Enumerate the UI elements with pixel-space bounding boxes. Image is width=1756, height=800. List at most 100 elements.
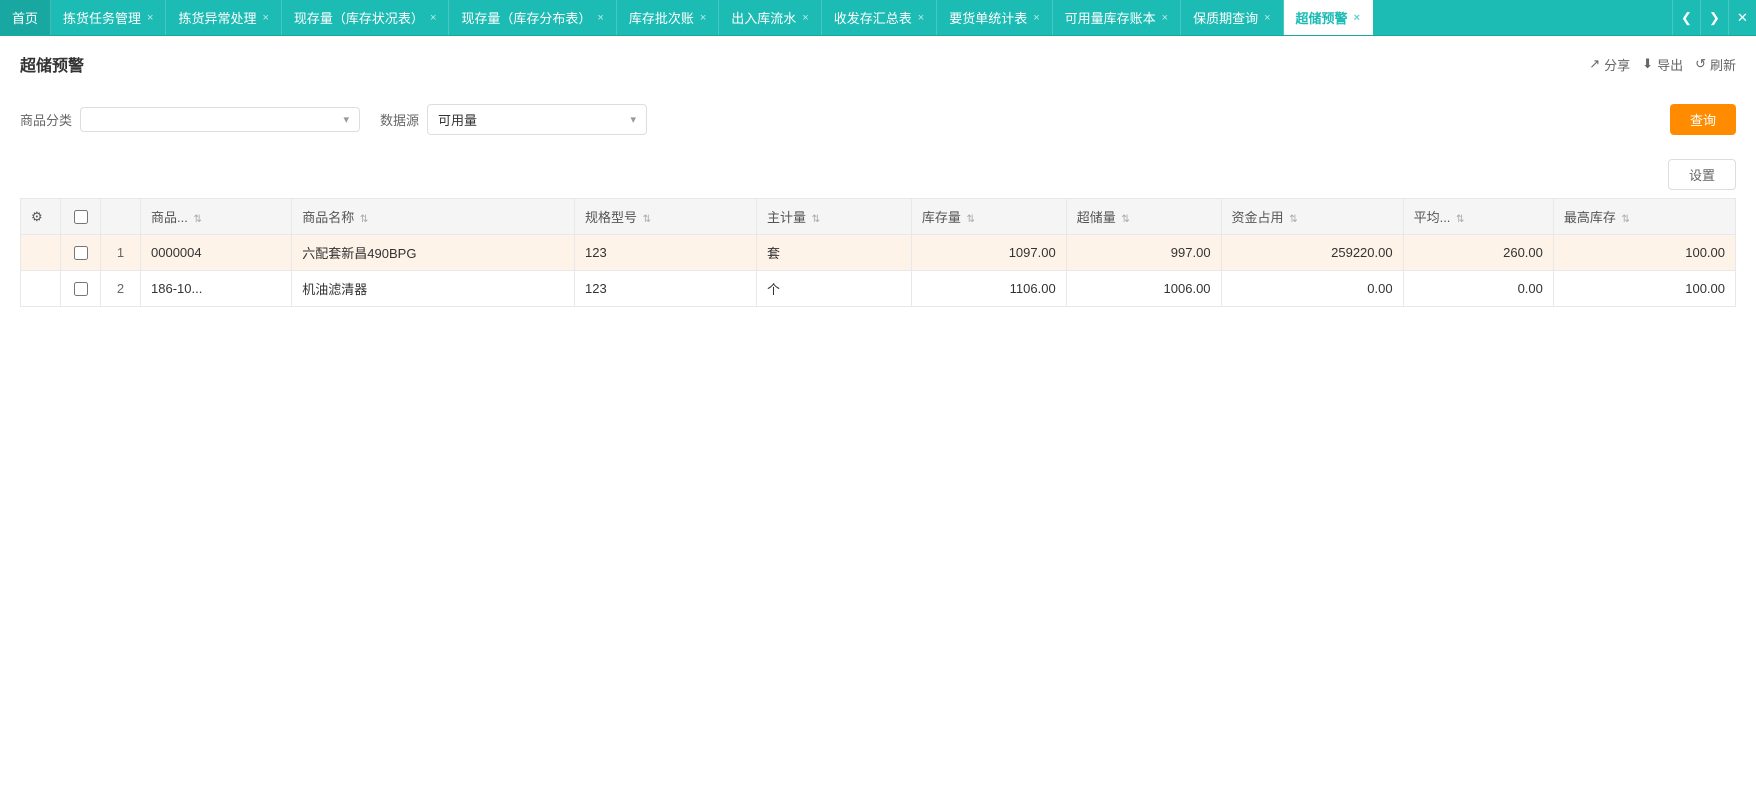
datasource-dropdown-icon: ▾	[631, 113, 637, 126]
row-checkbox[interactable]	[74, 282, 88, 296]
export-label: 导出	[1657, 55, 1683, 74]
close-icon-shelf-life[interactable]: ×	[1264, 12, 1270, 24]
close-icon-task-mgmt[interactable]: ×	[147, 12, 153, 24]
sort-icon-capital-occ: ⇅	[1289, 214, 1297, 225]
th-unit[interactable]: 主计量 ⇅	[757, 199, 912, 235]
category-filter: 商品分类 ▾	[20, 107, 360, 132]
th-avg-label: 平均...	[1414, 210, 1451, 225]
close-icon-in-out-flow[interactable]: ×	[802, 12, 808, 24]
th-product-code[interactable]: 商品... ⇅	[141, 199, 292, 235]
close-icon-stock-dist[interactable]: ×	[597, 12, 603, 24]
nav-item-available-account[interactable]: 可用量库存账本 ×	[1053, 0, 1181, 36]
close-icon-available-account[interactable]: ×	[1162, 12, 1168, 24]
table-row: 2 186-10... 机油滤清器 123 个 1106.00 1006.00 …	[21, 271, 1736, 307]
nav-item-shelf-life[interactable]: 保质期查询 ×	[1181, 0, 1283, 36]
datasource-label: 数据源	[380, 110, 419, 129]
row-unit: 个	[757, 271, 912, 307]
sort-icon-stock-qty: ⇅	[967, 214, 975, 225]
sort-icon-over-qty: ⇅	[1121, 214, 1129, 225]
row-product-code: 0000004	[141, 235, 292, 271]
nav-arrow-right[interactable]: ❯	[1700, 0, 1728, 36]
nav-item-home[interactable]: 首页	[0, 0, 51, 36]
row-gear-cell	[21, 271, 61, 307]
row-spec: 123	[574, 235, 756, 271]
row-product-code: 186-10...	[141, 271, 292, 307]
nav-item-recv-send[interactable]: 收发存汇总表 ×	[822, 0, 937, 36]
top-navigation: 首页 拣货任务管理 × 拣货异常处理 × 现存量（库存状况表） × 现存量（库存…	[0, 0, 1756, 36]
nav-item-stock-status[interactable]: 现存量（库存状况表） ×	[282, 0, 449, 36]
th-stock-qty[interactable]: 库存量 ⇅	[911, 199, 1066, 235]
row-checkbox-cell	[61, 235, 101, 271]
sort-icon-spec: ⇅	[643, 214, 651, 225]
refresh-label: 刷新	[1710, 55, 1736, 74]
th-avg[interactable]: 平均... ⇅	[1403, 199, 1553, 235]
table-header-row: ⚙ 商品... ⇅ 商品名称 ⇅ 规格型号 ⇅	[21, 199, 1736, 235]
sort-icon-max-stock: ⇅	[1622, 214, 1630, 225]
close-icon-overstock-warning[interactable]: ×	[1354, 12, 1360, 24]
row-over-qty: 997.00	[1066, 235, 1221, 271]
th-product-name-label: 商品名称	[302, 210, 354, 225]
nav-label-in-out-flow: 出入库流水	[731, 8, 796, 27]
th-spec[interactable]: 规格型号 ⇅	[574, 199, 756, 235]
filter-area: 商品分类 ▾ 数据源 可用量 ▾ 查询	[20, 92, 1736, 147]
nav-label-order-stats: 要货单统计表	[949, 8, 1027, 27]
refresh-button[interactable]: ↺ 刷新	[1695, 55, 1736, 74]
nav-item-abnormal[interactable]: 拣货异常处理 ×	[166, 0, 281, 36]
row-stock-qty: 1106.00	[911, 271, 1066, 307]
nav-close-all-icon: ✕	[1737, 10, 1748, 26]
th-gear[interactable]: ⚙	[21, 199, 61, 235]
header-actions: ↗ 分享 ⬇ 导出 ↺ 刷新	[1589, 55, 1736, 74]
settings-button[interactable]: 设置	[1668, 159, 1736, 190]
close-icon-stock-status[interactable]: ×	[430, 12, 436, 24]
row-num: 1	[101, 235, 141, 271]
page-title: 超储预警	[20, 52, 84, 76]
nav-label-overstock-warning: 超储预警	[1296, 8, 1348, 27]
close-icon-abnormal[interactable]: ×	[262, 12, 268, 24]
arrow-left-icon: ❮	[1681, 10, 1692, 26]
export-button[interactable]: ⬇ 导出	[1642, 55, 1683, 74]
th-max-stock[interactable]: 最高库存 ⇅	[1553, 199, 1735, 235]
nav-label-stock-dist: 现存量（库存分布表）	[461, 8, 591, 27]
nav-arrow-close[interactable]: ✕	[1728, 0, 1756, 36]
row-checkbox-cell	[61, 271, 101, 307]
share-button[interactable]: ↗ 分享	[1589, 55, 1630, 74]
nav-item-in-out-flow[interactable]: 出入库流水 ×	[719, 0, 821, 36]
nav-item-overstock-warning[interactable]: 超储预警 ×	[1284, 0, 1373, 36]
close-icon-batch-account[interactable]: ×	[700, 12, 706, 24]
main-content: 超储预警 ↗ 分享 ⬇ 导出 ↺ 刷新 商品分类 ▾ 数据源	[0, 36, 1756, 800]
close-icon-order-stats[interactable]: ×	[1033, 12, 1039, 24]
th-product-name[interactable]: 商品名称 ⇅	[292, 199, 575, 235]
th-over-qty[interactable]: 超储量 ⇅	[1066, 199, 1221, 235]
row-checkbox[interactable]	[74, 246, 88, 260]
th-over-qty-label: 超储量	[1077, 210, 1116, 225]
row-avg: 260.00	[1403, 235, 1553, 271]
row-spec: 123	[574, 271, 756, 307]
nav-label-recv-send: 收发存汇总表	[834, 8, 912, 27]
filter-bottom-row: 设置	[20, 159, 1736, 190]
row-over-qty: 1006.00	[1066, 271, 1221, 307]
export-icon: ⬇	[1642, 56, 1653, 72]
row-capital-occ: 259220.00	[1221, 235, 1403, 271]
nav-item-batch-account[interactable]: 库存批次账 ×	[617, 0, 719, 36]
query-button[interactable]: 查询	[1670, 104, 1736, 135]
row-gear-cell	[21, 235, 61, 271]
row-unit: 套	[757, 235, 912, 271]
th-product-code-label: 商品...	[151, 210, 188, 225]
row-avg: 0.00	[1403, 271, 1553, 307]
nav-item-order-stats[interactable]: 要货单统计表 ×	[937, 0, 1052, 36]
sort-icon-product-name: ⇅	[360, 214, 368, 225]
nav-arrows: ❮ ❯ ✕	[1672, 0, 1756, 36]
category-select[interactable]: ▾	[80, 107, 360, 132]
th-capital-occ[interactable]: 资金占用 ⇅	[1221, 199, 1403, 235]
nav-item-task-mgmt[interactable]: 拣货任务管理 ×	[51, 0, 166, 36]
nav-item-stock-dist[interactable]: 现存量（库存分布表） ×	[449, 0, 616, 36]
datasource-select[interactable]: 可用量 ▾	[427, 104, 647, 135]
th-checkbox	[61, 199, 101, 235]
nav-arrow-left[interactable]: ❮	[1672, 0, 1700, 36]
datasource-select-value: 可用量	[438, 110, 477, 129]
th-unit-label: 主计量	[767, 210, 806, 225]
close-icon-recv-send[interactable]: ×	[918, 12, 924, 24]
share-label: 分享	[1604, 55, 1630, 74]
th-stock-qty-label: 库存量	[922, 210, 961, 225]
select-all-checkbox[interactable]	[74, 210, 88, 224]
